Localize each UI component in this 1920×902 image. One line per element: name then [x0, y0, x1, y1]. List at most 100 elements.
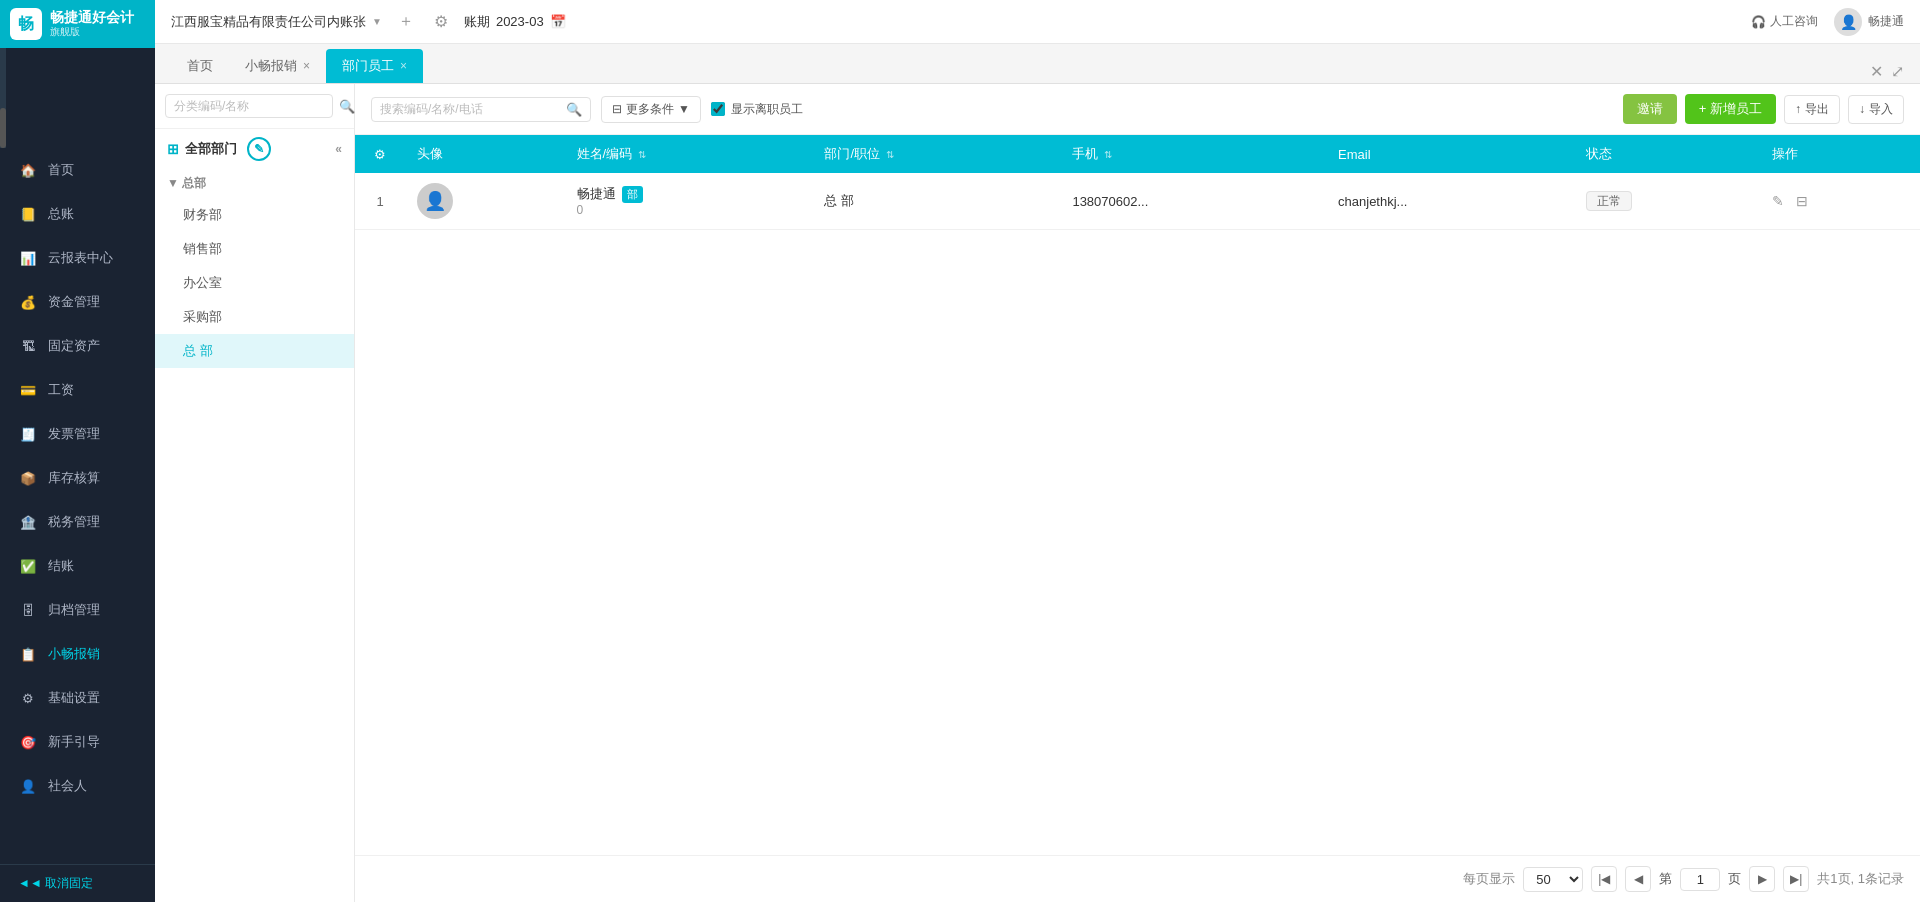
sidebar-item-social[interactable]: 👤 社会人	[0, 764, 155, 808]
ledger-icon: 📒	[18, 204, 38, 224]
calendar-icon: 📅	[550, 14, 566, 29]
salary-icon: 💳	[18, 380, 38, 400]
sidebar-item-tax[interactable]: 🏦 税务管理	[0, 500, 155, 544]
phone-sort-icon: ⇅	[1104, 149, 1112, 160]
dept-item-purchase[interactable]: 采购部	[155, 300, 354, 334]
sidebar-item-home[interactable]: 🏠 首页	[0, 148, 155, 192]
tab-home[interactable]: 首页	[171, 49, 229, 83]
sidebar-item-funds[interactable]: 💰 资金管理	[0, 280, 155, 324]
dept-item-general[interactable]: 总 部	[155, 334, 354, 368]
page-input[interactable]	[1680, 868, 1720, 891]
department-panel: 🔍 ⊞ 全部部门 ✎ « ▼ 总部 财务部 销售部 办公室 采购部 总 部	[155, 84, 355, 902]
sidebar-item-inventory[interactable]: 📦 库存核算	[0, 456, 155, 500]
sidebar-item-close[interactable]: ✅ 结账	[0, 544, 155, 588]
main-area: 江西服宝精品有限责任公司内账张 ▼ ＋ ⚙ 账期 2023-03 📅 🎧 人工咨…	[155, 0, 1920, 902]
edit-dept-button[interactable]: ✎	[247, 137, 271, 161]
sidebar-item-reports[interactable]: 📊 云报表中心	[0, 236, 155, 280]
tab-expense[interactable]: 小畅报销 ×	[229, 49, 326, 83]
dept-search-bar: 🔍	[155, 84, 354, 129]
unpin-button[interactable]: ◄◄ 取消固定	[0, 864, 155, 902]
dept-search-icon[interactable]: 🔍	[339, 99, 355, 114]
first-page-button[interactable]: |◀	[1591, 866, 1617, 892]
edit-employee-button[interactable]: ✎	[1772, 193, 1784, 209]
inventory-icon: 📦	[18, 468, 38, 488]
col-avatar: 头像	[405, 135, 565, 173]
sidebar-item-invoice[interactable]: 🧾 发票管理	[0, 412, 155, 456]
topbar-settings-button[interactable]: ⚙	[430, 12, 452, 31]
sidebar-item-assets[interactable]: 🏗 固定资产	[0, 324, 155, 368]
add-company-button[interactable]: ＋	[394, 11, 418, 32]
assets-icon: 🏗	[18, 336, 38, 356]
sidebar-item-archive[interactable]: 🗄 归档管理	[0, 588, 155, 632]
employee-avatar: 👤	[417, 183, 453, 219]
content-area: 🔍 ⊞ 全部部门 ✎ « ▼ 总部 财务部 销售部 办公室 采购部 总 部	[155, 84, 1920, 902]
collapse-panel-button[interactable]: «	[335, 142, 342, 156]
per-page-select[interactable]: 50 100	[1523, 867, 1583, 892]
archive-icon: 🗄	[18, 600, 38, 620]
delete-employee-button[interactable]: ⊟	[1796, 193, 1808, 209]
all-departments-header[interactable]: ⊞ 全部部门 ✎ «	[155, 129, 354, 169]
dept-item-office[interactable]: 办公室	[155, 266, 354, 300]
table-row: 1 👤 畅捷通 部 0 总 部	[355, 173, 1920, 230]
user-menu[interactable]: 👤 畅捷通	[1834, 8, 1904, 36]
row-status: 正常	[1574, 173, 1760, 230]
sidebar: 畅 畅捷通好会计 旗舰版 🏠 首页 📒 总账 📊 云报表中心 💰 资金管理 🏗 …	[0, 0, 155, 902]
tab-bar: 首页 小畅报销 × 部门员工 × ✕ ⤢	[155, 44, 1920, 84]
prev-page-button[interactable]: ◀	[1625, 866, 1651, 892]
employee-search-bar: 🔍	[371, 97, 591, 122]
row-email: chanjethkj...	[1326, 173, 1574, 230]
invoice-icon: 🧾	[18, 424, 38, 444]
row-index: 1	[355, 173, 405, 230]
filter-icon: ⊟	[612, 102, 622, 116]
topbar: 江西服宝精品有限责任公司内账张 ▼ ＋ ⚙ 账期 2023-03 📅 🎧 人工咨…	[155, 0, 1920, 44]
company-selector[interactable]: 江西服宝精品有限责任公司内账张 ▼	[171, 13, 382, 31]
tab-department[interactable]: 部门员工 ×	[326, 49, 423, 83]
col-settings[interactable]: ⚙	[355, 135, 405, 173]
avatar: 👤	[1834, 8, 1862, 36]
more-filter-button[interactable]: ⊟ 更多条件 ▼	[601, 96, 701, 123]
employee-table-wrap: ⚙ 头像 姓名/编码 ⇅ 部门/职位 ⇅ 手机	[355, 135, 1920, 855]
fullscreen-icon[interactable]: ⤢	[1891, 62, 1904, 81]
add-employee-button[interactable]: + 新增员工	[1685, 94, 1776, 124]
sidebar-item-ledger[interactable]: 📒 总账	[0, 192, 155, 236]
invite-button[interactable]: 邀请	[1623, 94, 1677, 124]
sidebar-item-salary[interactable]: 💳 工资	[0, 368, 155, 412]
logo-text: 畅捷通好会计 旗舰版	[50, 9, 134, 40]
dept-search-input[interactable]	[165, 94, 333, 118]
import-button[interactable]: ↓ 导入	[1848, 95, 1904, 124]
sidebar-nav: 🏠 首页 📒 总账 📊 云报表中心 💰 资金管理 🏗 固定资产 💳 工资 🧾 发…	[0, 148, 155, 864]
export-button[interactable]: ↑ 导出	[1784, 95, 1840, 124]
social-icon: 👤	[18, 776, 38, 796]
row-avatar: 👤	[405, 173, 565, 230]
tab-department-close[interactable]: ×	[400, 59, 407, 73]
tab-expense-close[interactable]: ×	[303, 59, 310, 73]
guide-icon: 🎯	[18, 732, 38, 752]
close-window-icon[interactable]: ✕	[1870, 62, 1883, 81]
employee-table: ⚙ 头像 姓名/编码 ⇅ 部门/职位 ⇅ 手机	[355, 135, 1920, 230]
col-name[interactable]: 姓名/编码 ⇅	[565, 135, 813, 173]
col-phone[interactable]: 手机 ⇅	[1060, 135, 1326, 173]
employee-search-icon[interactable]: 🔍	[566, 102, 582, 117]
dept-item-sales[interactable]: 销售部	[155, 232, 354, 266]
customer-service-button[interactable]: 🎧 人工咨询	[1751, 13, 1818, 30]
show-resigned-checkbox[interactable]: 显示离职员工	[711, 101, 803, 118]
row-name[interactable]: 畅捷通 部 0	[565, 173, 813, 230]
dept-item-finance[interactable]: 财务部	[155, 198, 354, 232]
col-dept[interactable]: 部门/职位 ⇅	[812, 135, 1060, 173]
period-selector[interactable]: 账期 2023-03 📅	[464, 13, 566, 31]
sidebar-scroll-indicator	[0, 48, 6, 148]
home-icon: 🏠	[18, 160, 38, 180]
employee-search-input[interactable]	[380, 102, 560, 116]
employee-badge: 部	[622, 186, 643, 203]
sidebar-item-settings[interactable]: ⚙ 基础设置	[0, 676, 155, 720]
last-page-button[interactable]: ▶|	[1783, 866, 1809, 892]
sidebar-logo[interactable]: 畅 畅捷通好会计 旗舰版	[0, 0, 155, 48]
employee-panel: 🔍 ⊟ 更多条件 ▼ 显示离职员工 邀请 + 新增员工 ↑ 导出	[355, 84, 1920, 902]
sidebar-item-expense[interactable]: 📋 小畅报销	[0, 632, 155, 676]
sidebar-item-guide[interactable]: 🎯 新手引导	[0, 720, 155, 764]
col-status: 状态	[1574, 135, 1760, 173]
next-page-button[interactable]: ▶	[1749, 866, 1775, 892]
employee-toolbar: 🔍 ⊟ 更多条件 ▼ 显示离职员工 邀请 + 新增员工 ↑ 导出	[355, 84, 1920, 135]
logo-icon: 畅	[10, 8, 42, 40]
show-resigned-input[interactable]	[711, 102, 725, 116]
